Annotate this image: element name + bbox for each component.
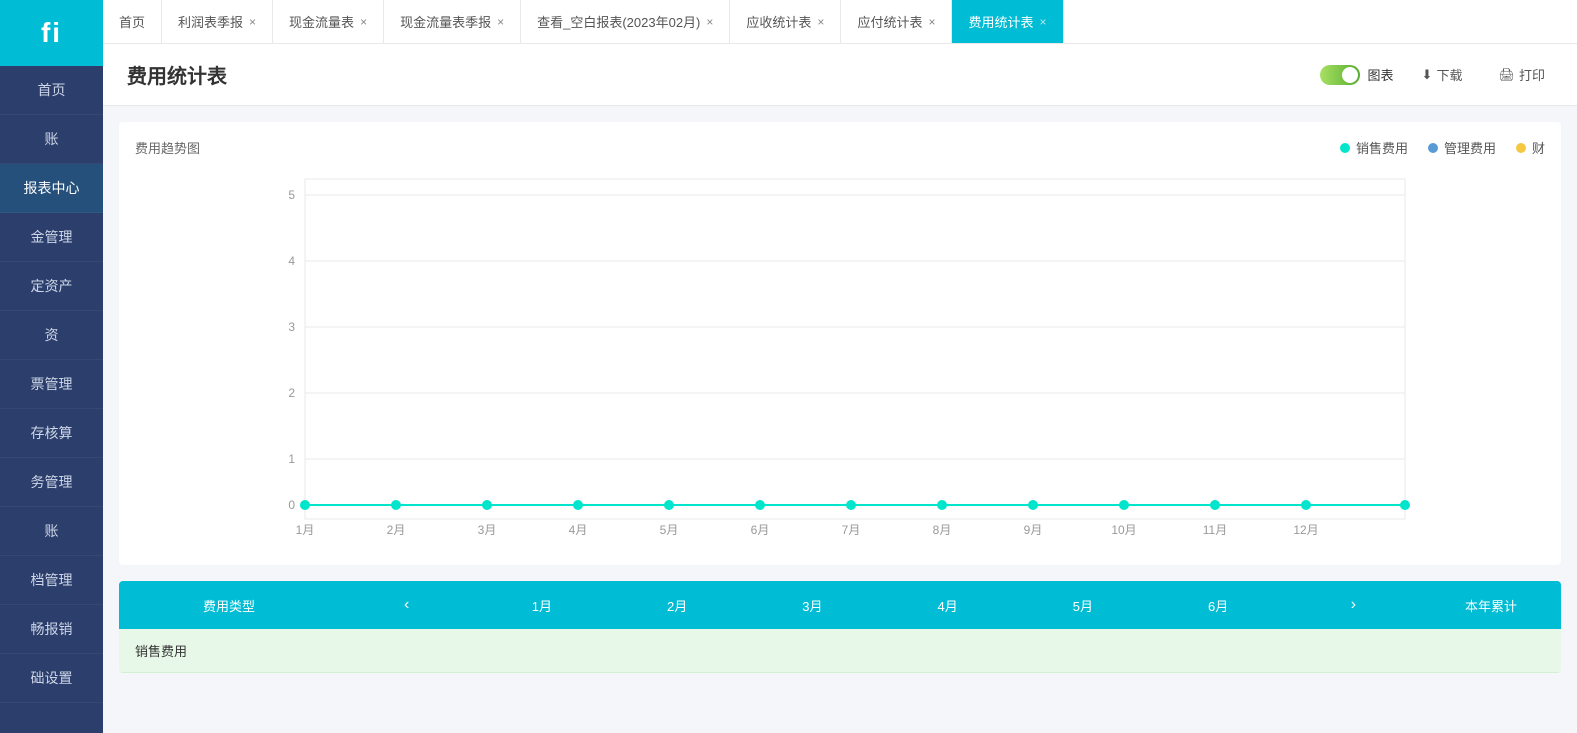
sidebar: fi 首页 账 报表中心 金管理 定资产 资 票管理 存核算 务管理 账 档管理…	[0, 0, 103, 733]
line-chart-svg: 5 4 3 2 1 0	[135, 169, 1545, 549]
sidebar-item-reports[interactable]: 报表中心	[0, 164, 103, 213]
sidebar-item-tickets[interactable]: 票管理	[0, 360, 103, 409]
svg-text:3: 3	[288, 320, 295, 334]
svg-text:12月: 12月	[1293, 523, 1318, 537]
legend-sales-dot	[1340, 143, 1350, 153]
sidebar-item-home[interactable]: 首页	[0, 66, 103, 115]
download-icon: ⬇	[1422, 67, 1433, 83]
table-header: 费用类型 ‹ 1月 2月 3月 4月 5月	[119, 581, 1561, 629]
legend-sales: 销售费用	[1340, 138, 1408, 157]
sidebar-item-cash[interactable]: 金管理	[0, 213, 103, 262]
svg-text:10月: 10月	[1111, 523, 1136, 537]
close-tab-expense[interactable]: ×	[1039, 15, 1046, 29]
col-header-ytd: 本年累计	[1421, 596, 1561, 615]
tab-expense[interactable]: 费用统计表 ×	[952, 0, 1063, 44]
col-header-m4: 4月	[880, 596, 1015, 615]
svg-text:0: 0	[288, 498, 295, 512]
print-icon: 🖨	[1498, 67, 1515, 83]
svg-text:1: 1	[288, 452, 295, 466]
cell-type: 销售费用	[119, 641, 339, 660]
svg-text:7月: 7月	[842, 523, 861, 537]
table-row: 销售费用	[119, 629, 1561, 673]
tab-home[interactable]: 首页	[103, 0, 162, 44]
svg-text:5: 5	[288, 188, 295, 202]
chart-header: 费用趋势图 销售费用 管理费用 财	[135, 138, 1545, 157]
col-header-prev[interactable]: ‹	[339, 596, 474, 614]
svg-text:2月: 2月	[387, 523, 406, 537]
close-tab-blank-report[interactable]: ×	[706, 15, 713, 29]
col-header-m6: 6月	[1151, 596, 1286, 615]
chart-toggle[interactable]	[1320, 65, 1360, 85]
tab-receivable[interactable]: 应收统计表 ×	[730, 0, 841, 44]
legend-admin-label: 管理费用	[1444, 138, 1496, 157]
col-header-type: 费用类型	[119, 596, 339, 615]
page-title: 费用统计表	[127, 60, 227, 89]
close-tab-receivable[interactable]: ×	[817, 15, 824, 29]
svg-text:6月: 6月	[751, 523, 770, 537]
download-button[interactable]: ⬇ 下载	[1414, 61, 1471, 88]
sidebar-item-settings[interactable]: 础设置	[0, 654, 103, 703]
legend-sales-label: 销售费用	[1356, 138, 1408, 157]
header-actions: 图表 ⬇ 下载 🖨 打印	[1320, 61, 1553, 88]
svg-text:8月: 8月	[933, 523, 952, 537]
legend-admin: 管理费用	[1428, 138, 1496, 157]
svg-text:3月: 3月	[478, 523, 497, 537]
svg-text:1月: 1月	[296, 523, 315, 537]
sidebar-item-service[interactable]: 务管理	[0, 458, 103, 507]
legend-admin-dot	[1428, 143, 1438, 153]
sidebar-item-assets[interactable]: 定资产	[0, 262, 103, 311]
tab-bar: 首页 利润表季报 × 现金流量表 × 现金流量表季报 × 查看_空白报表(202…	[103, 0, 1577, 44]
col-header-m5: 5月	[1015, 596, 1150, 615]
chart-toggle-label: 图表	[1368, 65, 1394, 84]
legend-finance-dot	[1516, 143, 1526, 153]
col-header-next[interactable]: ›	[1286, 596, 1421, 614]
print-label: 打印	[1519, 65, 1545, 84]
close-tab-cashflow[interactable]: ×	[360, 15, 367, 29]
next-month-arrow[interactable]: ›	[1347, 596, 1360, 614]
tab-payable[interactable]: 应付统计表 ×	[841, 0, 952, 44]
tab-blank-report[interactable]: 查看_空白报表(2023年02月) ×	[521, 0, 730, 44]
expense-table: 费用类型 ‹ 1月 2月 3月 4月 5月	[119, 581, 1561, 673]
download-label: 下载	[1436, 65, 1462, 84]
sidebar-item-reimbursement[interactable]: 畅报销	[0, 605, 103, 654]
close-tab-profit-quarterly[interactable]: ×	[249, 15, 256, 29]
svg-text:2: 2	[288, 386, 295, 400]
close-tab-cashflow-quarterly[interactable]: ×	[497, 15, 504, 29]
chart-toggle-group: 图表	[1320, 65, 1394, 85]
tab-profit-quarterly[interactable]: 利润表季报 ×	[162, 0, 273, 44]
sidebar-item-archive[interactable]: 档管理	[0, 556, 103, 605]
svg-text:9月: 9月	[1024, 523, 1043, 537]
col-header-m1: 1月	[474, 596, 609, 615]
tab-cashflow[interactable]: 现金流量表 ×	[273, 0, 384, 44]
page-content: 费用统计表 图表 ⬇ 下载 🖨 打印 费用趋势图	[103, 44, 1577, 733]
print-button[interactable]: 🖨 打印	[1490, 61, 1553, 88]
tab-cashflow-quarterly[interactable]: 现金流量表季报 ×	[384, 0, 521, 44]
page-header: 费用统计表 图表 ⬇ 下载 🖨 打印	[103, 44, 1577, 106]
sidebar-item-account[interactable]: 账	[0, 507, 103, 556]
legend-finance: 财	[1516, 138, 1545, 157]
chart-section: 费用趋势图 销售费用 管理费用 财	[119, 122, 1561, 565]
svg-text:4月: 4月	[569, 523, 588, 537]
col-header-m2: 2月	[610, 596, 745, 615]
chart-title: 费用趋势图	[135, 138, 200, 157]
svg-text:11月: 11月	[1203, 523, 1227, 537]
close-tab-payable[interactable]: ×	[928, 15, 935, 29]
sidebar-logo: fi	[0, 0, 103, 66]
main-area: 首页 利润表季报 × 现金流量表 × 现金流量表季报 × 查看_空白报表(202…	[103, 0, 1577, 733]
legend-finance-label: 财	[1532, 138, 1545, 157]
svg-text:4: 4	[288, 254, 295, 268]
sidebar-item-capital[interactable]: 资	[0, 311, 103, 360]
chart-area: 5 4 3 2 1 0	[135, 169, 1545, 549]
prev-month-arrow[interactable]: ‹	[400, 596, 413, 614]
sidebar-item-ledger[interactable]: 账	[0, 115, 103, 164]
svg-text:5月: 5月	[660, 523, 679, 537]
col-header-m3: 3月	[745, 596, 880, 615]
chart-legend: 销售费用 管理费用 财	[1340, 138, 1545, 157]
sidebar-item-inventory[interactable]: 存核算	[0, 409, 103, 458]
